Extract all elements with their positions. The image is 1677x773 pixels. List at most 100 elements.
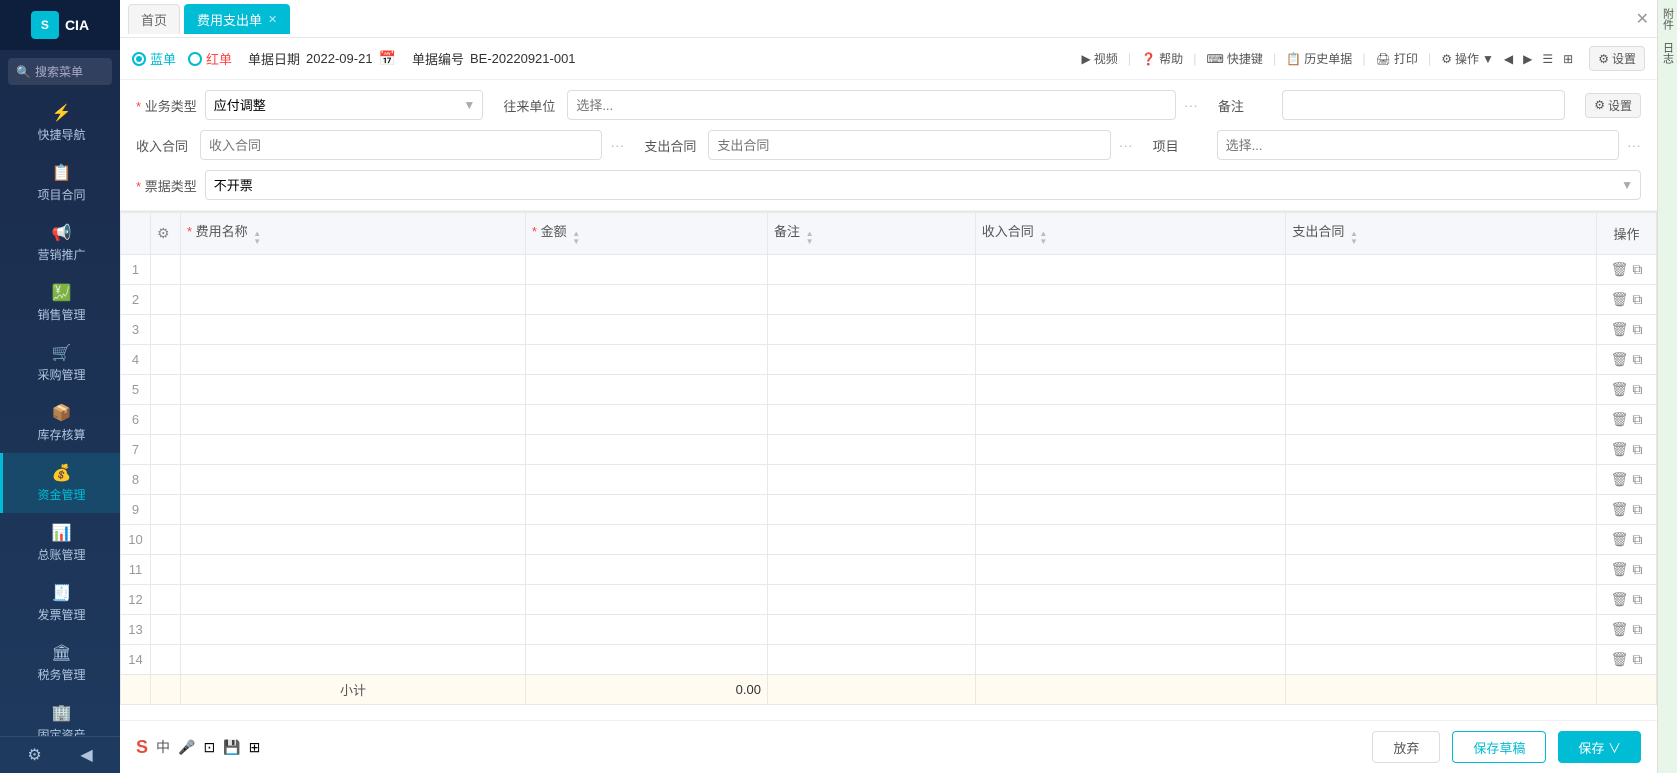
save-icon[interactable]: 💾 bbox=[223, 739, 240, 756]
copy-row-button[interactable]: ⧉ bbox=[1632, 441, 1642, 458]
project-input[interactable] bbox=[1217, 130, 1619, 160]
grid-view-button[interactable]: ⊞ bbox=[1563, 52, 1573, 66]
row-note[interactable] bbox=[767, 615, 975, 645]
row-income-contract[interactable] bbox=[975, 285, 1286, 315]
row-amount[interactable] bbox=[525, 375, 767, 405]
delete-row-button[interactable]: 🗑 bbox=[1611, 351, 1629, 368]
row-expense-contract[interactable] bbox=[1286, 255, 1597, 285]
row-amount[interactable] bbox=[525, 345, 767, 375]
row-income-contract[interactable] bbox=[975, 255, 1286, 285]
income-contract-more-icon[interactable]: ··· bbox=[610, 137, 624, 153]
row-note[interactable] bbox=[767, 555, 975, 585]
calendar-icon[interactable]: 📅 bbox=[379, 50, 396, 67]
sidebar-item-capital[interactable]: 💰资金管理 bbox=[0, 453, 120, 513]
row-expense-contract[interactable] bbox=[1286, 315, 1597, 345]
sidebar-item-accounting[interactable]: 📊总账管理 bbox=[0, 513, 120, 573]
row-amount[interactable] bbox=[525, 615, 767, 645]
copy-row-button[interactable]: ⧉ bbox=[1632, 381, 1642, 398]
project-more-icon[interactable]: ··· bbox=[1627, 137, 1641, 153]
row-expense-contract[interactable] bbox=[1286, 405, 1597, 435]
row-note[interactable] bbox=[767, 405, 975, 435]
sort-icon[interactable]: ▲▼ bbox=[253, 230, 261, 246]
tab-close-expense-bill[interactable]: ✕ bbox=[268, 13, 277, 26]
row-expense-contract[interactable] bbox=[1286, 435, 1597, 465]
row-expense-name[interactable] bbox=[181, 525, 526, 555]
row-expense-contract[interactable] bbox=[1286, 645, 1597, 675]
row-income-contract[interactable] bbox=[975, 525, 1286, 555]
row-amount[interactable] bbox=[525, 405, 767, 435]
row-expense-contract[interactable] bbox=[1286, 525, 1597, 555]
row-amount[interactable] bbox=[525, 525, 767, 555]
row-amount[interactable] bbox=[525, 465, 767, 495]
sidebar-item-fixed-assets[interactable]: 🏢固定资产 bbox=[0, 693, 120, 736]
row-amount[interactable] bbox=[525, 645, 767, 675]
settings-button[interactable]: ⚙ 设置 bbox=[1589, 46, 1645, 71]
row-note[interactable] bbox=[767, 585, 975, 615]
row-note[interactable] bbox=[767, 315, 975, 345]
row-expense-contract[interactable] bbox=[1286, 585, 1597, 615]
sidebar-item-inventory[interactable]: 📦库存核算 bbox=[0, 393, 120, 453]
row-income-contract[interactable] bbox=[975, 405, 1286, 435]
row-expense-name[interactable] bbox=[181, 585, 526, 615]
next-button[interactable]: ▶ bbox=[1523, 52, 1532, 66]
sidebar-item-marketing[interactable]: 📢营销推广 bbox=[0, 213, 120, 273]
print-button[interactable]: 🖨打印 bbox=[1376, 50, 1418, 67]
row-expense-contract[interactable] bbox=[1286, 375, 1597, 405]
copy-row-button[interactable]: ⧉ bbox=[1632, 591, 1642, 608]
note-input[interactable] bbox=[1282, 90, 1565, 120]
copy-row-button[interactable]: ⧉ bbox=[1632, 531, 1642, 548]
expense-contract-input[interactable] bbox=[708, 130, 1110, 160]
shortcut-button[interactable]: ⌨快捷键 bbox=[1207, 50, 1263, 67]
delete-row-button[interactable]: 🗑 bbox=[1611, 441, 1629, 458]
operate-button[interactable]: ⚙操作▼ bbox=[1441, 50, 1494, 67]
row-amount[interactable] bbox=[525, 435, 767, 465]
row-income-contract[interactable] bbox=[975, 315, 1286, 345]
row-expense-name[interactable] bbox=[181, 375, 526, 405]
row-income-contract[interactable] bbox=[975, 585, 1286, 615]
video-button[interactable]: ▶视频 bbox=[1082, 50, 1118, 67]
row-amount[interactable] bbox=[525, 285, 767, 315]
row-note[interactable] bbox=[767, 435, 975, 465]
row-amount[interactable] bbox=[525, 495, 767, 525]
col-gear[interactable]: ⚙ bbox=[151, 213, 181, 255]
list-view-button[interactable]: ☰ bbox=[1542, 52, 1553, 66]
scan-icon[interactable]: ⊡ bbox=[203, 739, 215, 756]
row-income-contract[interactable] bbox=[975, 375, 1286, 405]
row-income-contract[interactable] bbox=[975, 615, 1286, 645]
delete-row-button[interactable]: 🗑 bbox=[1611, 501, 1629, 518]
tab-expense-bill[interactable]: 费用支出单✕ bbox=[184, 4, 290, 34]
delete-row-button[interactable]: 🗑 bbox=[1611, 531, 1629, 548]
delete-row-button[interactable]: 🗑 bbox=[1611, 651, 1629, 668]
row-note[interactable] bbox=[767, 255, 975, 285]
row-note[interactable] bbox=[767, 285, 975, 315]
counterpart-more-icon[interactable]: ··· bbox=[1184, 97, 1198, 113]
row-expense-contract[interactable] bbox=[1286, 285, 1597, 315]
copy-row-button[interactable]: ⧉ bbox=[1632, 351, 1642, 368]
row-expense-name[interactable] bbox=[181, 555, 526, 585]
row-expense-contract[interactable] bbox=[1286, 555, 1597, 585]
sort-icon[interactable]: ▲▼ bbox=[806, 230, 814, 246]
row-income-contract[interactable] bbox=[975, 645, 1286, 675]
window-close-button[interactable]: ✕ bbox=[1636, 9, 1649, 29]
delete-row-button[interactable]: 🗑 bbox=[1611, 411, 1629, 428]
row-amount[interactable] bbox=[525, 315, 767, 345]
row-expense-name[interactable] bbox=[181, 435, 526, 465]
red-bill-radio[interactable]: 红单 bbox=[188, 49, 232, 68]
history-button[interactable]: 📋历史单据 bbox=[1286, 50, 1352, 67]
delete-row-button[interactable]: 🗑 bbox=[1611, 621, 1629, 638]
row-income-contract[interactable] bbox=[975, 555, 1286, 585]
copy-row-button[interactable]: ⧉ bbox=[1632, 411, 1642, 428]
sidebar-item-sales[interactable]: 💹销售管理 bbox=[0, 273, 120, 333]
row-expense-contract[interactable] bbox=[1286, 495, 1597, 525]
row-note[interactable] bbox=[767, 525, 975, 555]
grid-brand-icon[interactable]: ⊞ bbox=[249, 739, 261, 756]
row-expense-name[interactable] bbox=[181, 465, 526, 495]
row-income-contract[interactable] bbox=[975, 465, 1286, 495]
row-expense-name[interactable] bbox=[181, 495, 526, 525]
row-note[interactable] bbox=[767, 495, 975, 525]
sort-icon[interactable]: ▲▼ bbox=[1039, 230, 1047, 246]
row-expense-contract[interactable] bbox=[1286, 615, 1597, 645]
tab-home[interactable]: 首页 bbox=[128, 4, 180, 34]
row-expense-contract[interactable] bbox=[1286, 345, 1597, 375]
log-button[interactable]: 日志 bbox=[1658, 38, 1677, 68]
